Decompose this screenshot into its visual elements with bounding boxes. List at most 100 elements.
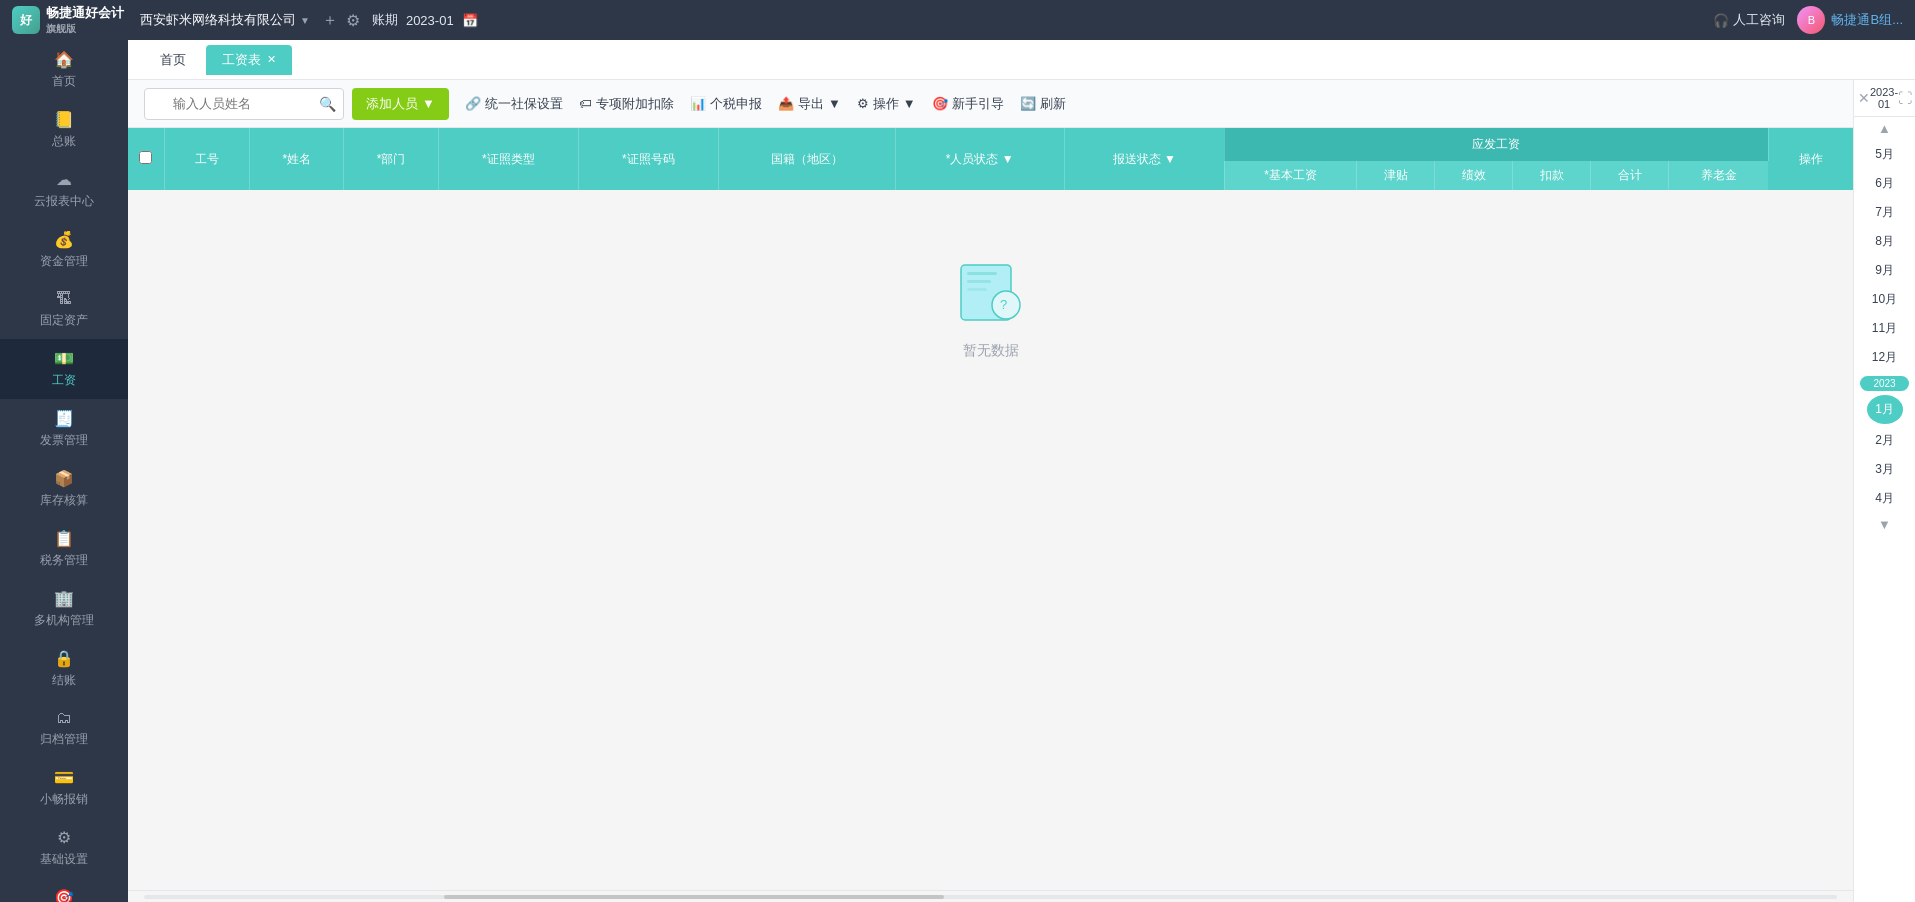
sidebar-item-fund[interactable]: 💰 资金管理 <box>0 220 128 280</box>
export-action[interactable]: 📤 导出 ▼ <box>778 95 841 113</box>
svg-rect-1 <box>967 272 997 275</box>
sidebar-label-tax: 税务管理 <box>40 552 88 569</box>
guide-icon: 🎯 <box>54 888 74 902</box>
panel-expand-icon[interactable]: ⛶ <box>1898 90 1912 106</box>
company-selector[interactable]: 西安虾米网络科技有限公司 ▼ <box>140 11 310 29</box>
service-button[interactable]: 🎧 人工咨询 <box>1713 11 1785 29</box>
refresh-icon: 🔄 <box>1020 96 1036 111</box>
user-menu[interactable]: B 畅捷通B组... <box>1797 6 1903 34</box>
scroll-track[interactable] <box>144 895 1837 899</box>
sidebar-item-home[interactable]: 🏠 首页 <box>0 40 128 100</box>
panel-header: ✕ 2023-01 ⛶ <box>1854 80 1915 117</box>
select-all-checkbox[interactable] <box>139 151 152 164</box>
salary-icon: 💵 <box>54 349 74 368</box>
svg-rect-3 <box>967 288 987 291</box>
sidebar-item-multi-org[interactable]: 🏢 多机构管理 <box>0 579 128 639</box>
sidebar-label-inventory: 库存核算 <box>40 492 88 509</box>
topbar-actions: ＋ ⚙ <box>322 10 360 31</box>
sidebar-item-guide[interactable]: 🎯 新手引导 <box>0 878 128 902</box>
tab-salary-label: 工资表 <box>222 51 261 69</box>
new-guide-action[interactable]: 🎯 新手引导 <box>932 95 1004 113</box>
search-wrapper: 🔍 <box>144 88 344 120</box>
sidebar-label-close: 结账 <box>52 672 76 689</box>
month-item-6[interactable]: 6月 <box>1854 169 1915 198</box>
sidebar-item-salary[interactable]: 💵 工资 <box>0 339 128 399</box>
settings-nav-icon: ⚙ <box>57 828 71 847</box>
report-filter-icon: ▼ <box>1164 152 1176 166</box>
th-job-num: 工号 <box>164 128 250 190</box>
month-item-4[interactable]: 4月 <box>1854 484 1915 513</box>
sidebar-item-archive[interactable]: 🗂 归档管理 <box>0 699 128 758</box>
th-salary-group: 应发工资 <box>1224 128 1768 161</box>
refresh-action[interactable]: 🔄 刷新 <box>1020 95 1066 113</box>
sidebar-item-close-period[interactable]: 🔒 结账 <box>0 639 128 699</box>
th-base-salary: *基本工资 <box>1224 161 1356 190</box>
sidebar-item-cloud-report[interactable]: ☁ 云报表中心 <box>0 160 128 220</box>
company-name: 西安虾米网络科技有限公司 <box>140 11 296 29</box>
export-chevron-icon: ▼ <box>828 96 841 111</box>
sidebar-item-tax[interactable]: 📋 税务管理 <box>0 519 128 579</box>
close-tab-icon[interactable]: ✕ <box>267 53 276 66</box>
th-country: 国籍（地区） <box>718 128 895 190</box>
month-item-7[interactable]: 7月 <box>1854 198 1915 227</box>
tax-icon: 📋 <box>54 529 74 548</box>
logo-line2: 旗舰版 <box>46 22 124 36</box>
period-label: 账期 <box>372 11 398 29</box>
svg-rect-2 <box>967 280 991 283</box>
toolbar-actions: 🔗 统一社保设置 🏷 专项附加扣除 📊 个税申报 <box>465 95 1066 113</box>
operation-icon: ⚙ <box>857 96 869 111</box>
sidebar-label-multi: 多机构管理 <box>34 612 94 629</box>
sidebar-item-settings[interactable]: ⚙ 基础设置 <box>0 818 128 878</box>
tab-home-label: 首页 <box>160 52 186 67</box>
sidebar-label-home: 首页 <box>52 73 76 90</box>
th-report-status[interactable]: 报送状态 ▼ <box>1064 128 1224 190</box>
tab-home[interactable]: 首页 <box>144 45 202 75</box>
th-status[interactable]: *人员状态 ▼ <box>895 128 1064 190</box>
month-item-11[interactable]: 11月 <box>1854 314 1915 343</box>
sidebar-label-settings: 基础设置 <box>40 851 88 868</box>
right-panel: ✕ 2023-01 ⛶ ▲ 5月 6月 7月 8月 9月 10月 11月 12月 <box>1853 80 1915 902</box>
panel-close-icon[interactable]: ✕ <box>1858 90 1870 106</box>
month-item-10[interactable]: 10月 <box>1854 285 1915 314</box>
archive-icon: 🗂 <box>56 709 72 727</box>
settings-icon[interactable]: ⚙ <box>346 11 360 30</box>
operation-action[interactable]: ⚙ 操作 ▼ <box>857 95 916 113</box>
calendar-icon[interactable]: 📅 <box>462 13 478 28</box>
add-company-icon[interactable]: ＋ <box>322 10 338 31</box>
scroll-thumb[interactable] <box>444 895 944 899</box>
special-deduction-icon: 🏷 <box>579 96 592 111</box>
month-item-8[interactable]: 8月 <box>1854 227 1915 256</box>
year-badge: 2023 <box>1860 376 1909 391</box>
th-id-type: *证照类型 <box>438 128 578 190</box>
home-icon: 🏠 <box>54 50 74 69</box>
scroll-up-button[interactable]: ▲ <box>1854 117 1915 140</box>
social-security-action[interactable]: 🔗 统一社保设置 <box>465 95 563 113</box>
sidebar-item-ledger[interactable]: 📒 总账 <box>0 100 128 160</box>
scroll-down-button[interactable]: ▼ <box>1854 513 1915 536</box>
sidebar-item-fixed-assets[interactable]: 🏗 固定资产 <box>0 280 128 339</box>
close-period-icon: 🔒 <box>54 649 74 668</box>
add-person-button[interactable]: 添加人员 ▼ <box>352 88 449 120</box>
export-icon: 📤 <box>778 96 794 111</box>
checkbox-header[interactable] <box>128 128 164 190</box>
tab-salary-table[interactable]: 工资表 ✕ <box>206 45 292 75</box>
period-info: 账期 2023-01 📅 <box>372 11 478 29</box>
sidebar-label-archive: 归档管理 <box>40 731 88 748</box>
operation-label: 操作 <box>873 95 899 113</box>
special-deduction-action[interactable]: 🏷 专项附加扣除 <box>579 95 674 113</box>
month-item-12[interactable]: 12月 <box>1854 343 1915 372</box>
month-item-5[interactable]: 5月 <box>1854 140 1915 169</box>
empty-icon: ? <box>951 250 1031 330</box>
month-item-3[interactable]: 3月 <box>1854 455 1915 484</box>
search-input[interactable] <box>144 88 344 120</box>
month-item-2[interactable]: 2月 <box>1854 426 1915 455</box>
operation-chevron-icon: ▼ <box>903 96 916 111</box>
month-item-9[interactable]: 9月 <box>1854 256 1915 285</box>
sidebar-item-invoice[interactable]: 🧾 发票管理 <box>0 399 128 459</box>
month-item-1-active[interactable]: 1月 <box>1867 395 1903 424</box>
personal-tax-action[interactable]: 📊 个税申报 <box>690 95 762 113</box>
sidebar-item-expense[interactable]: 💳 小畅报销 <box>0 758 128 818</box>
company-chevron-icon: ▼ <box>300 15 310 26</box>
sidebar-item-inventory[interactable]: 📦 库存核算 <box>0 459 128 519</box>
refresh-label: 刷新 <box>1040 95 1066 113</box>
